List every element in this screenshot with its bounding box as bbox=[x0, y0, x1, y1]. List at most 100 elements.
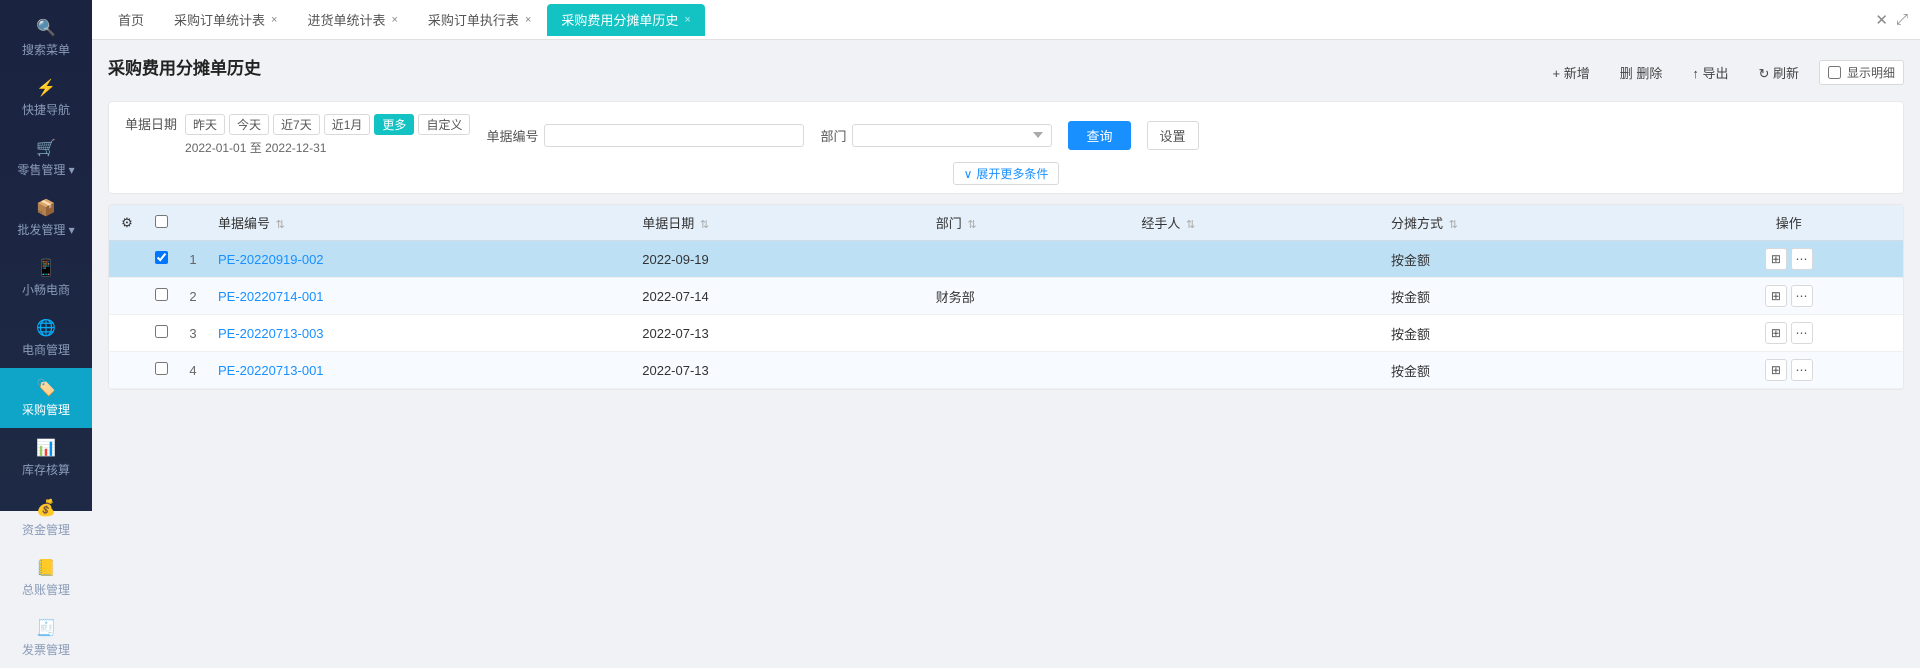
docno-link[interactable]: PE-20220713-001 bbox=[218, 363, 324, 378]
sidebar-item-label: 电商管理 bbox=[22, 341, 70, 358]
docno-input[interactable] bbox=[544, 124, 804, 147]
sidebar-item-ecommerce[interactable]: 🌐电商管理 bbox=[0, 308, 92, 368]
row-checkbox[interactable] bbox=[155, 251, 168, 264]
docno-label: 单据编号 bbox=[486, 126, 538, 145]
tab-close-icon[interactable]: × bbox=[525, 14, 531, 26]
td-splitmethod: 按金额 bbox=[1381, 315, 1675, 352]
td-handler bbox=[1131, 241, 1381, 278]
tab-label: 采购订单统计表 bbox=[174, 10, 265, 29]
close-window-icon[interactable]: ✕ bbox=[1875, 11, 1888, 29]
edit-icon[interactable]: ⊞ bbox=[1765, 285, 1787, 307]
sidebar-item-label: 快捷导航 bbox=[22, 101, 70, 118]
tab-close-icon[interactable]: × bbox=[271, 14, 277, 26]
docno-link[interactable]: PE-20220713-003 bbox=[218, 326, 324, 341]
sidebar-item-inventory[interactable]: 📊库存核算 bbox=[0, 428, 92, 488]
row-checkbox[interactable] bbox=[155, 325, 168, 338]
sidebar-item-search[interactable]: 🔍搜索菜单 bbox=[0, 8, 92, 68]
sidebar-item-wholesale[interactable]: 📦批发管理 ▾ bbox=[0, 188, 92, 248]
row-checkbox[interactable] bbox=[155, 288, 168, 301]
sort-dept-icon: ⇅ bbox=[967, 219, 976, 231]
sidebar-item-account[interactable]: 📒总账管理 bbox=[0, 548, 92, 608]
td-checkbox[interactable] bbox=[145, 241, 178, 278]
finance-icon: 💰 bbox=[36, 498, 56, 518]
expand-row: ∨ 展开更多条件 bbox=[125, 162, 1887, 185]
td-docdate: 2022-07-14 bbox=[632, 278, 926, 315]
search-icon: 🔍 bbox=[36, 18, 56, 38]
add-button[interactable]: + 新增 bbox=[1543, 59, 1600, 86]
tab-close-icon[interactable]: × bbox=[391, 14, 397, 26]
shortcut-icon: ⚡ bbox=[36, 78, 56, 98]
sidebar-item-mini[interactable]: 📱小畅电商 bbox=[0, 248, 92, 308]
dept-select[interactable] bbox=[852, 124, 1052, 147]
date-more[interactable]: 更多 bbox=[374, 114, 414, 135]
tab-close-icon[interactable]: × bbox=[684, 14, 690, 26]
edit-icon[interactable]: ⊞ bbox=[1765, 322, 1787, 344]
tab-inbound-summary[interactable]: 进货单统计表× bbox=[293, 4, 411, 36]
sidebar-item-finance[interactable]: 💰资金管理 bbox=[0, 488, 92, 548]
th-handler[interactable]: 经手人 ⇅ bbox=[1131, 205, 1381, 241]
refresh-button[interactable]: ↻ 刷新 bbox=[1748, 59, 1809, 86]
sidebar-item-label: 零售管理 ▾ bbox=[17, 161, 74, 178]
date-custom[interactable]: 自定义 bbox=[418, 114, 470, 135]
docno-filter-group: 单据编号 bbox=[486, 124, 804, 147]
th-action: 操作 bbox=[1674, 205, 1903, 241]
table-row: 3 PE-20220713-003 2022-07-13 按金额 ⊞ ⋯ bbox=[109, 315, 1903, 352]
td-checkbox[interactable] bbox=[145, 278, 178, 315]
tab-purchase-summary[interactable]: 采购订单统计表 × bbox=[160, 4, 291, 36]
row-checkbox[interactable] bbox=[155, 362, 168, 375]
more-icon[interactable]: ⋯ bbox=[1791, 248, 1813, 270]
query-button[interactable]: 查询 bbox=[1068, 121, 1130, 150]
td-action: ⊞ ⋯ bbox=[1674, 315, 1903, 352]
date-yesterday[interactable]: 昨天 bbox=[185, 114, 225, 135]
docno-link[interactable]: PE-20220919-002 bbox=[218, 252, 324, 267]
tab-home[interactable]: 首页 bbox=[104, 4, 158, 36]
date-filter-area: 昨天 今天 近7天 近1月 更多 自定义 2022-01-01 至 2022-1… bbox=[185, 114, 470, 156]
table-row: 2 PE-20220714-001 2022-07-14 财务部 按金额 ⊞ ⋯ bbox=[109, 278, 1903, 315]
delete-button[interactable]: 删 删除 bbox=[1610, 59, 1673, 86]
date-today[interactable]: 今天 bbox=[229, 114, 269, 135]
td-checkbox[interactable] bbox=[145, 315, 178, 352]
td-checkbox[interactable] bbox=[145, 352, 178, 389]
tab-purchase-exec[interactable]: 采购订单执行表 × bbox=[414, 4, 545, 36]
td-handler bbox=[1131, 315, 1381, 352]
th-docno[interactable]: 单据编号 ⇅ bbox=[208, 205, 632, 241]
filter-settings-button[interactable]: 设置 bbox=[1147, 121, 1199, 150]
maximize-window-icon[interactable]: ⤢ bbox=[1896, 11, 1908, 28]
sidebar-item-invoice[interactable]: 🧾发票管理 bbox=[0, 608, 92, 668]
td-docno: PE-20220714-001 bbox=[208, 278, 632, 315]
th-docdate[interactable]: 单据日期 ⇅ bbox=[632, 205, 926, 241]
edit-icon[interactable]: ⊞ bbox=[1765, 248, 1787, 270]
date-7days[interactable]: 近7天 bbox=[273, 114, 320, 135]
tab-purchase-cost-hist[interactable]: 采购费用分摊单历史× bbox=[547, 4, 704, 36]
td-splitmethod: 按金额 bbox=[1381, 241, 1675, 278]
th-settings[interactable]: ⚙ bbox=[109, 205, 145, 241]
th-splitmethod[interactable]: 分摊方式 ⇅ bbox=[1381, 205, 1675, 241]
table-header-row: ⚙ 单据编号 ⇅ 单据日期 ⇅ 部门 ⇅ 经手人 ⇅ 分摊方式 ⇅ 操作 bbox=[109, 205, 1903, 241]
sidebar-item-purchase[interactable]: 🏷️采购管理 bbox=[0, 368, 92, 428]
expand-button[interactable]: ∨ 展开更多条件 bbox=[953, 162, 1060, 185]
select-all-checkbox[interactable] bbox=[155, 215, 168, 228]
td-action: ⊞ ⋯ bbox=[1674, 278, 1903, 315]
edit-icon[interactable]: ⊞ bbox=[1765, 359, 1787, 381]
td-dept bbox=[926, 315, 1132, 352]
show-cols-toggle[interactable]: 显示明细 bbox=[1819, 60, 1904, 85]
td-dept: 财务部 bbox=[926, 278, 1132, 315]
date-range-display: 2022-01-01 至 2022-12-31 bbox=[185, 139, 470, 156]
export-button[interactable]: ↑ 导出 bbox=[1682, 59, 1738, 86]
date-1month[interactable]: 近1月 bbox=[324, 114, 371, 135]
tab-label: 采购订单执行表 bbox=[428, 10, 519, 29]
td-rownum: 1 bbox=[178, 241, 208, 278]
wholesale-icon: 📦 bbox=[36, 198, 56, 218]
show-cols-checkbox[interactable] bbox=[1828, 66, 1841, 79]
th-dept[interactable]: 部门 ⇅ bbox=[926, 205, 1132, 241]
sidebar-item-retail[interactable]: 🛒零售管理 ▾ bbox=[0, 128, 92, 188]
sidebar-item-label: 采购管理 bbox=[22, 401, 70, 418]
more-icon[interactable]: ⋯ bbox=[1791, 285, 1813, 307]
docno-link[interactable]: PE-20220714-001 bbox=[218, 289, 324, 304]
td-gear bbox=[109, 278, 145, 315]
more-icon[interactable]: ⋯ bbox=[1791, 322, 1813, 344]
more-icon[interactable]: ⋯ bbox=[1791, 359, 1813, 381]
inventory-icon: 📊 bbox=[36, 438, 56, 458]
sidebar-item-shortcut[interactable]: ⚡ 快捷导航 bbox=[0, 68, 92, 128]
data-table: ⚙ 单据编号 ⇅ 单据日期 ⇅ 部门 ⇅ 经手人 ⇅ 分摊方式 ⇅ 操作 bbox=[109, 205, 1903, 389]
